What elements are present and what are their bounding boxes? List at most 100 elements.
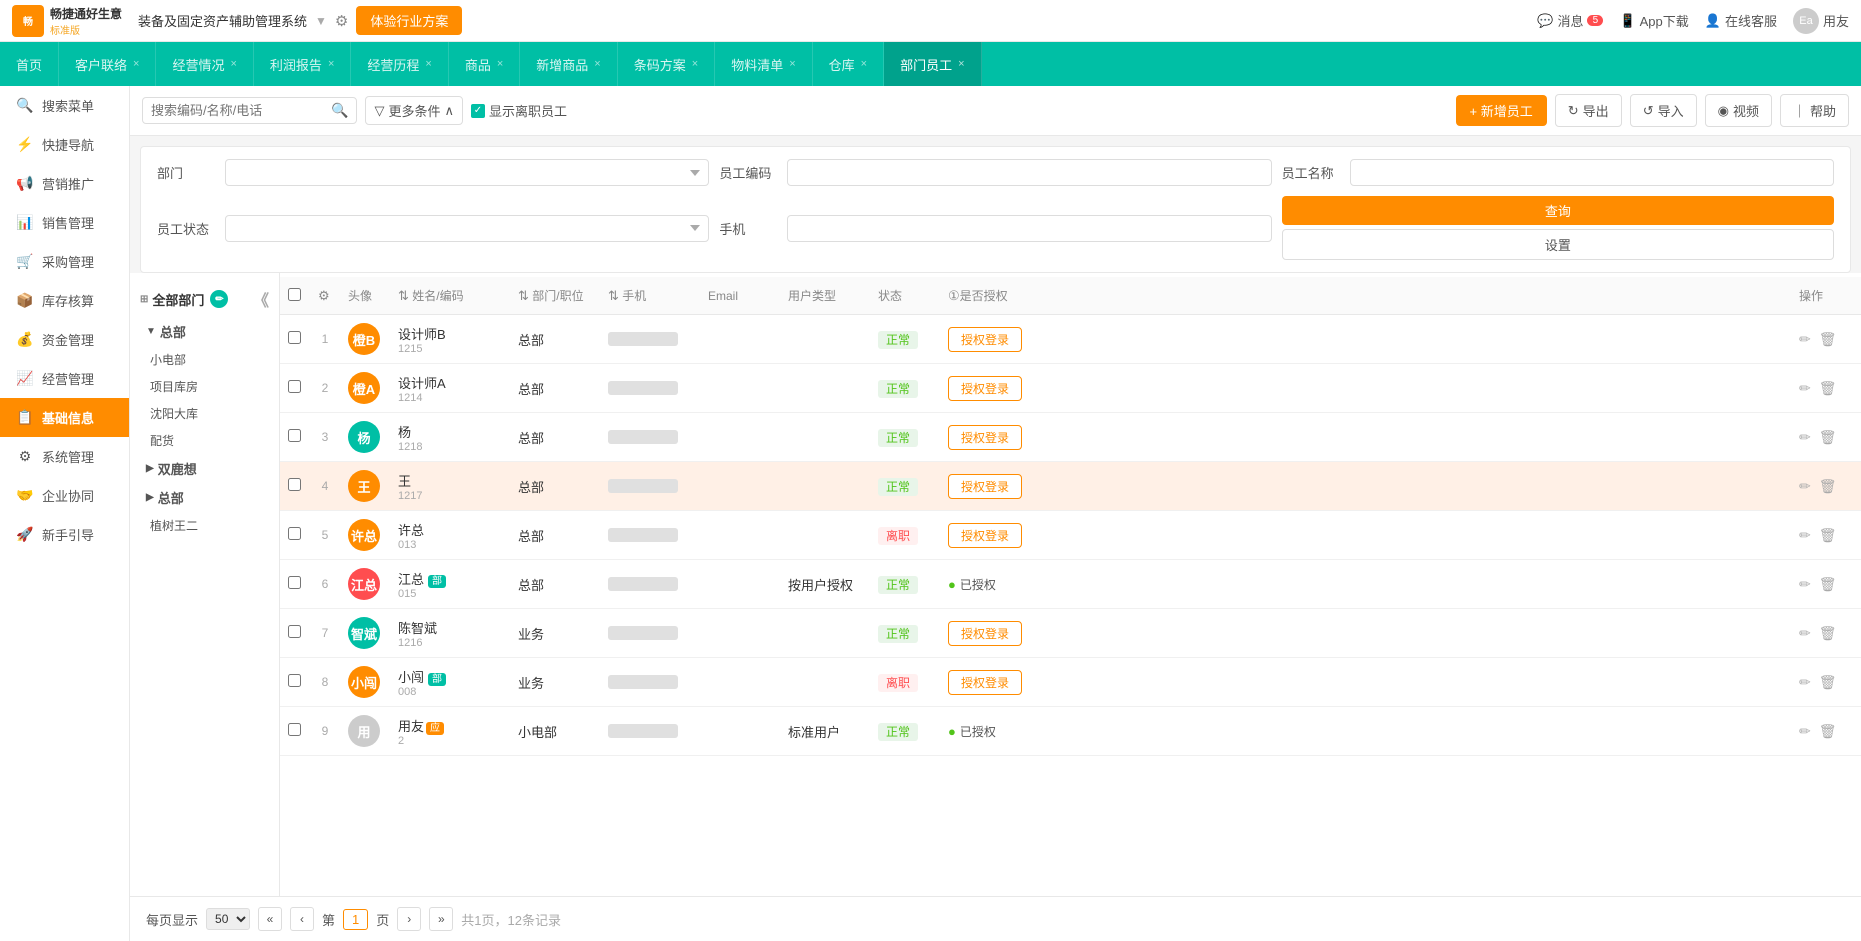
tab-close-icon[interactable]: × [594, 58, 600, 70]
delete-icon[interactable]: 🗑 [1819, 478, 1837, 495]
delete-icon[interactable]: 🗑 [1819, 331, 1837, 348]
edit-icon[interactable]: ✏ [1799, 723, 1811, 740]
sidebar-item-collab[interactable]: 🤝 企业协同 [0, 476, 129, 515]
sidebar-item-basic-info[interactable]: 📋 基础信息 [0, 398, 129, 437]
tab-bom[interactable]: 物料清单× [715, 42, 812, 86]
add-employee-button[interactable]: + 新增员工 [1456, 95, 1547, 126]
delete-icon[interactable]: 🗑 [1819, 576, 1837, 593]
emp-code-input[interactable] [787, 159, 1271, 186]
auth-login-button[interactable]: 授权登录 [948, 474, 1022, 499]
next-page-button[interactable]: › [397, 907, 421, 931]
delete-icon[interactable]: 🗑 [1819, 723, 1837, 740]
tab-close-icon[interactable]: × [692, 58, 698, 70]
delete-icon[interactable]: 🗑 [1819, 625, 1837, 642]
sidebar-item-purchase[interactable]: 🛒 采购管理 [0, 242, 129, 281]
dept-group-shuanglu[interactable]: ▶ 双鹿想 [130, 454, 279, 483]
tab-close-icon[interactable]: × [328, 58, 334, 70]
row-checkbox[interactable] [288, 429, 301, 442]
delete-icon[interactable]: 🗑 [1819, 429, 1837, 446]
show-resigned-toggle[interactable]: ✓ 显示离职员工 [471, 101, 567, 120]
tab-goods[interactable]: 商品× [449, 42, 520, 86]
dept-select[interactable] [225, 159, 709, 186]
dept-item-shenyang[interactable]: 沈阳大库 [130, 400, 279, 427]
sidebar-item-system[interactable]: ⚙ 系统管理 [0, 437, 129, 476]
dept-item-zhishu[interactable]: 植树王二 [130, 512, 279, 539]
per-page-select[interactable]: 50 [206, 908, 250, 930]
sidebar-item-guide[interactable]: 🚀 新手引导 [0, 515, 129, 554]
settings-button[interactable]: 设置 [1282, 229, 1834, 260]
auth-login-button[interactable]: 授权登录 [948, 425, 1022, 450]
dept-item-dispatch[interactable]: 配货 [130, 427, 279, 454]
row-checkbox[interactable] [288, 331, 301, 344]
emp-status-select[interactable] [225, 215, 709, 242]
last-page-button[interactable]: » [429, 907, 453, 931]
tab-close-icon[interactable]: × [497, 58, 503, 70]
sidebar-item-finance[interactable]: 💰 资金管理 [0, 320, 129, 359]
row-checkbox[interactable] [288, 478, 301, 491]
tab-close-icon[interactable]: × [133, 58, 139, 70]
tab-profit[interactable]: 利润报告× [254, 42, 351, 86]
tab-dept-employee[interactable]: 部门员工× [884, 42, 981, 86]
tab-new-goods[interactable]: 新增商品× [520, 42, 617, 86]
sidebar-item-quick-nav[interactable]: ⚡ 快捷导航 [0, 125, 129, 164]
prev-page-button[interactable]: ‹ [290, 907, 314, 931]
delete-icon[interactable]: 🗑 [1819, 380, 1837, 397]
query-button[interactable]: 查询 [1282, 196, 1834, 225]
dept-edit-icon[interactable]: ✏ [210, 290, 228, 308]
tab-close-icon[interactable]: × [958, 58, 964, 70]
edit-icon[interactable]: ✏ [1799, 527, 1811, 544]
messages-action[interactable]: 💬 消息 5 [1537, 11, 1603, 30]
help-button[interactable]: ｜ 帮助 [1780, 94, 1849, 127]
dept-group-zongbu[interactable]: ▶ 总部 [130, 483, 279, 512]
edit-icon[interactable]: ✏ [1799, 429, 1811, 446]
auth-login-button[interactable]: 授权登录 [948, 621, 1022, 646]
tab-home[interactable]: 首页 [0, 42, 59, 86]
row-checkbox[interactable] [288, 576, 301, 589]
auth-login-button[interactable]: 授权登录 [948, 670, 1022, 695]
sidebar-item-business[interactable]: 📈 经营管理 [0, 359, 129, 398]
tab-customer[interactable]: 客户联络× [59, 42, 156, 86]
dept-item-xiao-dian[interactable]: 小电部 [130, 346, 279, 373]
first-page-button[interactable]: « [258, 907, 282, 931]
tab-barcode[interactable]: 条码方案× [618, 42, 715, 86]
auth-login-button[interactable]: 授权登录 [948, 376, 1022, 401]
edit-icon[interactable]: ✏ [1799, 478, 1811, 495]
dropdown-arrow-icon[interactable]: ▼ [315, 14, 327, 28]
row-checkbox[interactable] [288, 527, 301, 540]
tab-history[interactable]: 经营历程× [351, 42, 448, 86]
app-download-action[interactable]: 📱 App下载 [1619, 11, 1688, 30]
view-button[interactable]: ◉ 视频 [1705, 94, 1772, 127]
sidebar-item-inventory[interactable]: 📦 库存核算 [0, 281, 129, 320]
row-checkbox[interactable] [288, 674, 301, 687]
tab-close-icon[interactable]: × [861, 58, 867, 70]
dept-group-general[interactable]: ▼ 总部 [130, 317, 279, 346]
settings-icon[interactable]: ⚙ [335, 12, 348, 30]
edit-icon[interactable]: ✏ [1799, 576, 1811, 593]
sidebar-item-search[interactable]: 🔍 搜索菜单 [0, 86, 129, 125]
user-action[interactable]: Ea 用友 [1793, 8, 1849, 34]
edit-icon[interactable]: ✏ [1799, 674, 1811, 691]
dept-item-project[interactable]: 项目库房 [130, 373, 279, 400]
sidebar-item-sales[interactable]: 📊 销售管理 [0, 203, 129, 242]
delete-icon[interactable]: 🗑 [1819, 527, 1837, 544]
trial-button[interactable]: 体验行业方案 [356, 6, 462, 35]
row-checkbox[interactable] [288, 723, 301, 736]
row-checkbox[interactable] [288, 380, 301, 393]
edit-icon[interactable]: ✏ [1799, 380, 1811, 397]
more-filter-btn[interactable]: ▽ 更多条件 ∧ [365, 96, 463, 125]
search-box[interactable]: 🔍 [142, 97, 357, 124]
select-all-checkbox[interactable] [288, 288, 301, 301]
delete-icon[interactable]: 🗑 [1819, 674, 1837, 691]
edit-icon[interactable]: ✏ [1799, 625, 1811, 642]
emp-name-input[interactable] [1350, 159, 1834, 186]
collapse-icon[interactable]: 《 [253, 287, 269, 311]
row-checkbox[interactable] [288, 625, 301, 638]
tab-operation[interactable]: 经营情况× [156, 42, 253, 86]
export-button[interactable]: ↻ 导出 [1555, 94, 1622, 127]
tab-warehouse[interactable]: 仓库× [813, 42, 884, 86]
auth-login-button[interactable]: 授权登录 [948, 523, 1022, 548]
phone-input[interactable] [787, 215, 1271, 242]
import-button[interactable]: ↺ 导入 [1630, 94, 1697, 127]
tab-close-icon[interactable]: × [789, 58, 795, 70]
edit-icon[interactable]: ✏ [1799, 331, 1811, 348]
